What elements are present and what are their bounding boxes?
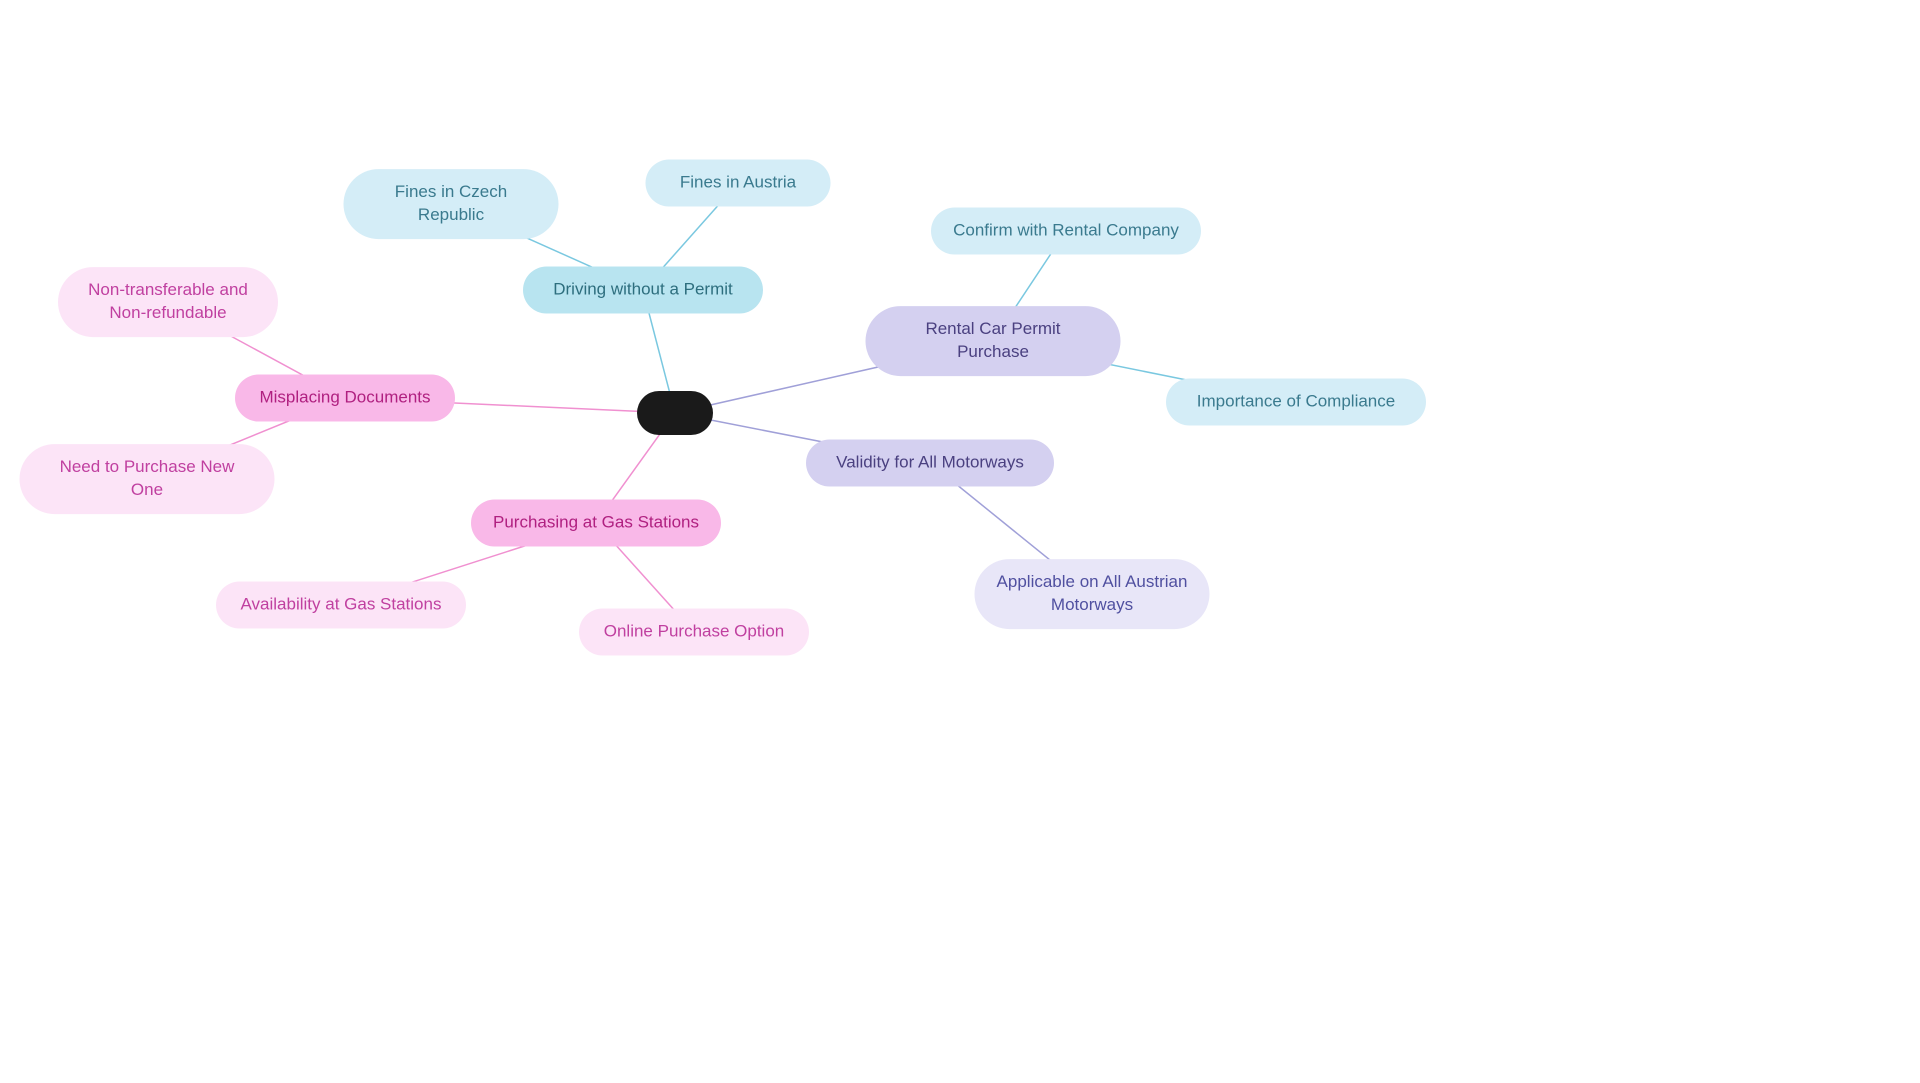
non-transferable-node: Non-transferable andNon-refundable: [58, 267, 278, 337]
fines-czech-node: Fines in Czech Republic: [344, 169, 559, 239]
driving-without-permit-node: Driving without a Permit: [523, 267, 763, 314]
rental-car-node: Rental Car Permit Purchase: [866, 306, 1121, 376]
connections-svg: [0, 0, 1920, 1083]
fines-austria-node: Fines in Austria: [646, 160, 831, 207]
applicable-motorways-node: Applicable on All AustrianMotorways: [975, 559, 1210, 629]
importance-compliance-node: Importance of Compliance: [1166, 379, 1426, 426]
availability-gas-node: Availability at Gas Stations: [216, 582, 466, 629]
confirm-rental-node: Confirm with Rental Company: [931, 208, 1201, 255]
mindmap-container: Driving without a Permit Fines in Austria…: [0, 0, 1920, 1083]
validity-motorways-node: Validity for All Motorways: [806, 440, 1054, 487]
misplacing-documents-node: Misplacing Documents: [235, 375, 455, 422]
online-purchase-node: Online Purchase Option: [579, 609, 809, 656]
purchasing-gas-node: Purchasing at Gas Stations: [471, 500, 721, 547]
need-purchase-node: Need to Purchase New One: [20, 444, 275, 514]
center-node: [637, 391, 713, 435]
